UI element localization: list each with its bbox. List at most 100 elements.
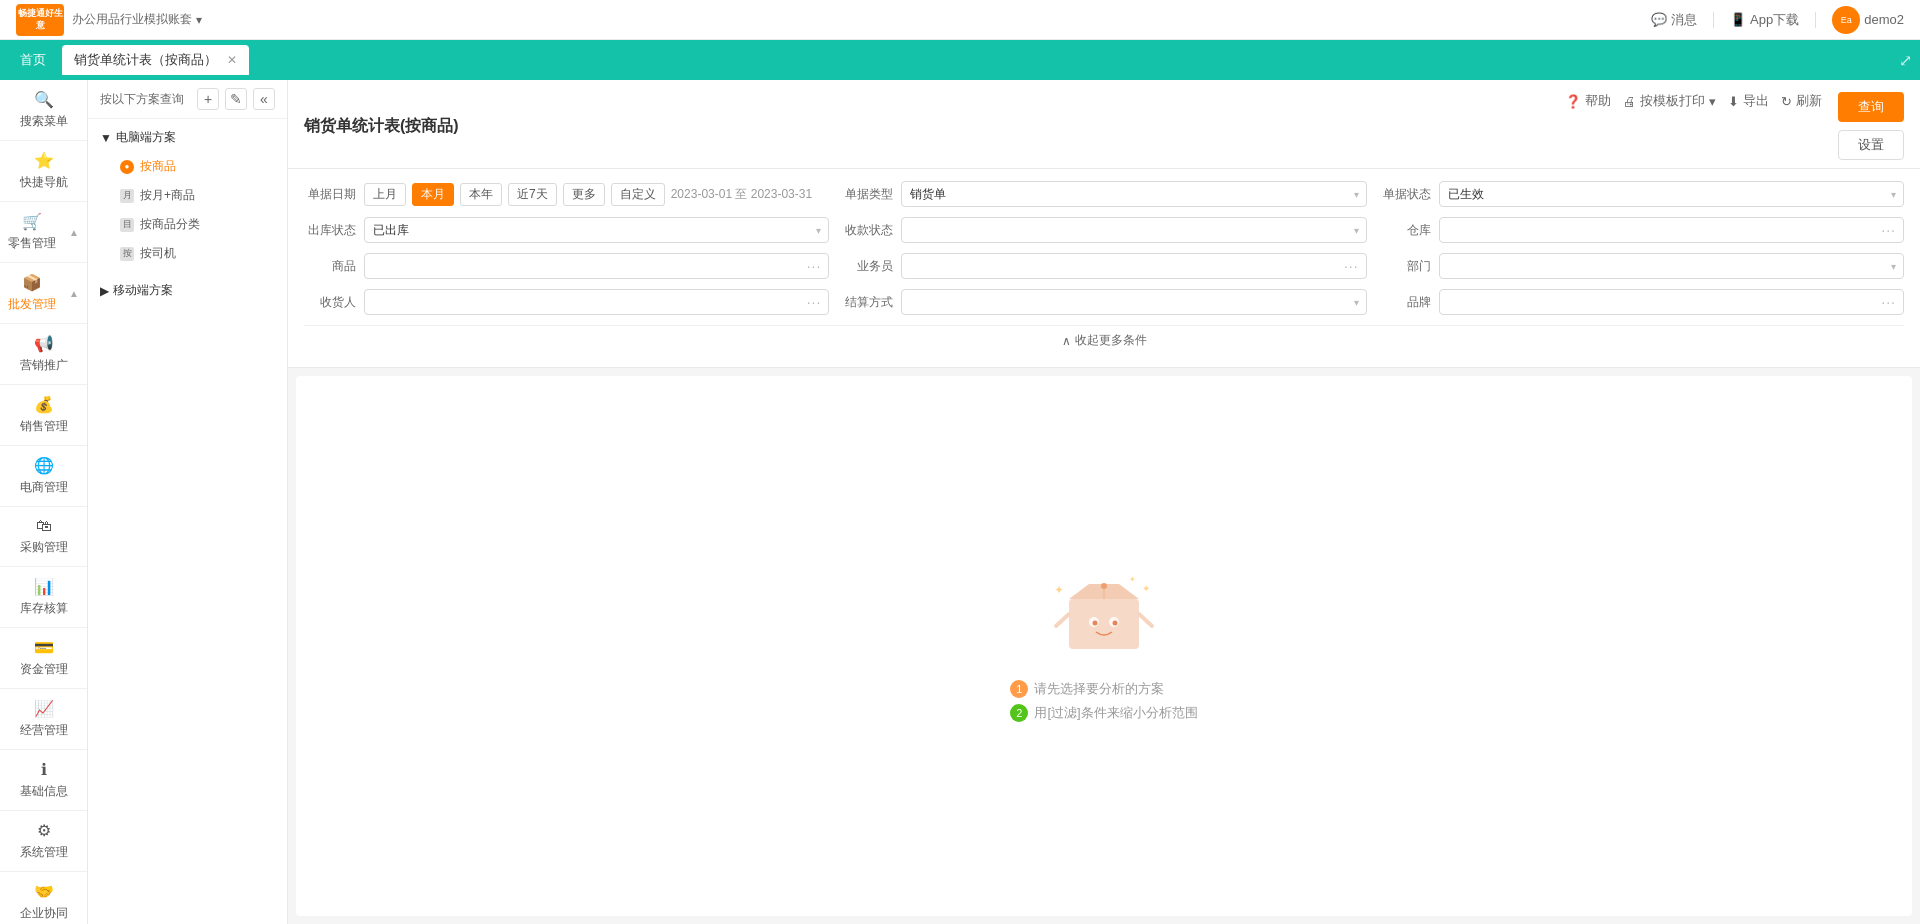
warehouse-input[interactable] (1439, 217, 1904, 243)
scheme-item-by-dept[interactable]: 按 按司机 (88, 239, 287, 268)
date-btn-custom[interactable]: 自定义 (611, 183, 665, 206)
sidebar-item-marketing[interactable]: 📢 营销推广 (0, 324, 87, 385)
settings-button[interactable]: 设置 (1838, 130, 1904, 160)
sidebar-item-wholesale[interactable]: 📦 批发管理 ▲ (0, 263, 87, 324)
product-input[interactable] (364, 253, 829, 279)
filter-row-2: 出库状态 已出库 ▾ 收款状态 (304, 217, 1904, 243)
docstatus-control: 已生效 ▾ (1439, 181, 1904, 207)
sidebar-label-inventory: 库存核算 (20, 600, 68, 617)
desktop-scheme-title[interactable]: ▼ 电脑端方案 (88, 123, 287, 152)
doctype-control: 销货单 ▾ (901, 181, 1366, 207)
salesperson-input[interactable] (901, 253, 1366, 279)
help-button[interactable]: ❓ 帮助 (1565, 92, 1611, 110)
page-actions: ❓ 帮助 🖨 按模板打印 ▾ ⬇ 导出 ↻ (1565, 92, 1822, 110)
filter-area: 单据日期 上月 本月 本年 近7天 更多 自定义 2023-03-01 至 20… (288, 169, 1920, 368)
action-buttons: 查询 设置 (1838, 92, 1904, 160)
tip-text-2: 用[过滤]条件来缩小分析范围 (1034, 704, 1197, 722)
doctype-label: 单据类型 (841, 186, 893, 203)
enterprise-icon: 🤝 (34, 882, 54, 901)
tip-num-1: 1 (1010, 680, 1028, 698)
date-range-text: 2023-03-01 至 2023-03-31 (671, 186, 812, 203)
scheme-item-by-month-product[interactable]: 月 按月+商品 (88, 181, 287, 210)
tab-home-label: 首页 (20, 51, 46, 69)
sidebar-label-basic: 基础信息 (20, 783, 68, 800)
collapse-label: 收起更多条件 (1075, 332, 1147, 349)
collapse-bar[interactable]: ∧ 收起更多条件 (304, 325, 1904, 355)
date-btn-this-year[interactable]: 本年 (460, 183, 502, 206)
scheme-item-by-product[interactable]: ● 按商品 (88, 152, 287, 181)
add-scheme-button[interactable]: + (197, 88, 219, 110)
dept-select[interactable] (1439, 253, 1904, 279)
filter-row-1: 单据日期 上月 本月 本年 近7天 更多 自定义 2023-03-01 至 20… (304, 181, 1904, 207)
sidebar-item-search[interactable]: 🔍 搜索菜单 (0, 80, 87, 141)
filter-field-recipient: 收货人 ··· (304, 289, 829, 315)
outstatus-select[interactable]: 已出库 (364, 217, 829, 243)
sidebar-label-operation: 经营管理 (20, 722, 68, 739)
sidebar-item-purchase[interactable]: 🛍 采购管理 (0, 507, 87, 567)
app-download-button[interactable]: 📱 App下载 (1730, 11, 1799, 29)
user-avatar-button[interactable]: Ea demo2 (1832, 6, 1904, 34)
date-btn-last-month[interactable]: 上月 (364, 183, 406, 206)
sidebar-item-sales[interactable]: 💰 销售管理 (0, 385, 87, 446)
sidebar-item-basic[interactable]: ℹ 基础信息 (0, 750, 87, 811)
divider (1713, 12, 1714, 28)
docstatus-select[interactable]: 已生效 (1439, 181, 1904, 207)
recipient-label: 收货人 (304, 294, 356, 311)
outstatus-label: 出库状态 (304, 222, 356, 239)
message-button[interactable]: 💬 消息 (1651, 11, 1697, 29)
desktop-arrow-icon: ▼ (100, 131, 112, 145)
page-title-bar: 销货单统计表(按商品) ❓ 帮助 🖨 按模板打印 ▾ ⬇ (288, 80, 1920, 169)
tip-item-2: 2 用[过滤]条件来缩小分析范围 (1010, 704, 1197, 722)
date-btn-last7[interactable]: 近7天 (508, 183, 557, 206)
brand-input[interactable] (1439, 289, 1904, 315)
paystatus-select[interactable] (901, 217, 1366, 243)
filter-field-salesperson: 业务员 ··· (841, 253, 1366, 279)
basic-icon: ℹ (41, 760, 47, 779)
sidebar-label-finance: 资金管理 (20, 661, 68, 678)
sidebar-item-operation[interactable]: 📈 经营管理 (0, 689, 87, 750)
query-button[interactable]: 查询 (1838, 92, 1904, 122)
svg-rect-0 (1069, 599, 1139, 649)
date-filter: 上月 本月 本年 近7天 更多 自定义 2023-03-01 至 2023-03… (364, 183, 829, 206)
sidebar-label-sales: 销售管理 (20, 418, 68, 435)
quicknav-icon: ⭐ (34, 151, 54, 170)
export-button[interactable]: ⬇ 导出 (1728, 92, 1769, 110)
sidebar-item-ecommerce[interactable]: 🌐 电商管理 (0, 446, 87, 507)
desktop-scheme-label: 电脑端方案 (116, 129, 176, 146)
settlement-select[interactable] (901, 289, 1366, 315)
retail-icon: 🛒 (22, 212, 42, 231)
tip-num-2: 2 (1010, 704, 1028, 722)
sidebar-item-finance[interactable]: 💳 资金管理 (0, 628, 87, 689)
edit-scheme-button[interactable]: ✎ (225, 88, 247, 110)
svg-point-3 (1093, 621, 1098, 626)
tab-maximize-icon[interactable]: ⤢ (1899, 51, 1912, 70)
date-btn-this-month[interactable]: 本月 (412, 183, 454, 206)
doctype-select[interactable]: 销货单 (901, 181, 1366, 207)
sidebar-label-wholesale: 批发管理 (8, 296, 56, 313)
sidebar-item-retail[interactable]: 🛒 零售管理 ▲ (0, 202, 87, 263)
refresh-icon: ↻ (1781, 94, 1792, 109)
svg-line-8 (1139, 614, 1152, 626)
refresh-button[interactable]: ↻ 刷新 (1781, 92, 1822, 110)
sidebar-item-system[interactable]: ⚙ 系统管理 (0, 811, 87, 872)
app-selector[interactable]: 办公用品行业模拟账套 ▾ (72, 11, 202, 28)
filter-field-doctype: 单据类型 销货单 ▾ (841, 181, 1366, 207)
recipient-input[interactable] (364, 289, 829, 315)
collapse-panel-button[interactable]: « (253, 88, 275, 110)
sidebar-item-quicknav[interactable]: ⭐ 快捷导航 (0, 141, 87, 202)
print-button[interactable]: 🖨 按模板打印 ▾ (1623, 92, 1716, 110)
tab-home[interactable]: 首页 (8, 45, 58, 75)
tab-close-icon[interactable]: ✕ (227, 53, 237, 67)
scheme-item-by-category[interactable]: 目 按商品分类 (88, 210, 287, 239)
mobile-arrow-icon: ▶ (100, 284, 109, 298)
sidebar-item-enterprise[interactable]: 🤝 企业协同 (0, 872, 87, 924)
collapse-icon: ∧ (1062, 334, 1071, 348)
tab-report[interactable]: 销货单统计表（按商品） ✕ (62, 45, 249, 75)
sidebar-item-inventory[interactable]: 📊 库存核算 (0, 567, 87, 628)
mobile-scheme-title[interactable]: ▶ 移动端方案 (88, 276, 287, 305)
date-btn-more[interactable]: 更多 (563, 183, 605, 206)
svg-text:✦: ✦ (1129, 575, 1136, 584)
tab-report-label: 销货单统计表（按商品） (74, 51, 217, 69)
product-label: 商品 (304, 258, 356, 275)
tip-item-1: 1 请先选择要分析的方案 (1010, 680, 1197, 698)
